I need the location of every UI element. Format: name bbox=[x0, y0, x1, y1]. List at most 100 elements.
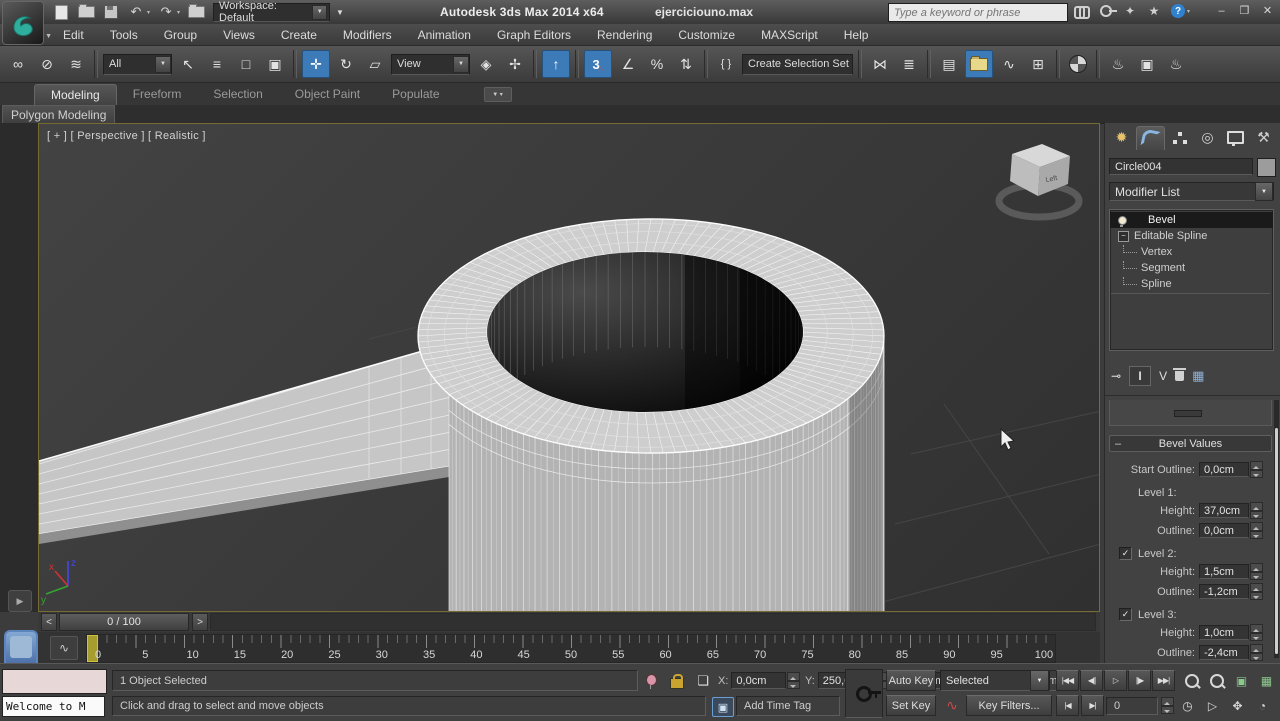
spinner-up-icon[interactable] bbox=[1161, 697, 1174, 706]
schematic-view-button[interactable]: ⊞ bbox=[1025, 51, 1051, 77]
isolate-selection-toggle[interactable] bbox=[646, 674, 656, 689]
spinner-down-icon[interactable] bbox=[1250, 572, 1263, 581]
field-of-view-button[interactable]: ▷ bbox=[1201, 695, 1224, 716]
play-button[interactable]: ▷ bbox=[1104, 670, 1127, 691]
menu-item[interactable]: Modifiers bbox=[330, 24, 405, 46]
key-mode-dropdown[interactable]: Selected ▼ bbox=[940, 670, 1050, 691]
pan-view-button[interactable]: ✥ bbox=[1226, 695, 1249, 716]
scene-explorer-toggle-button[interactable] bbox=[965, 50, 993, 78]
object-color-swatch[interactable] bbox=[1257, 158, 1276, 177]
key-mode-arrow-icon[interactable]: ▼ bbox=[1030, 670, 1049, 691]
spinner-up-icon[interactable] bbox=[1250, 624, 1263, 633]
workspace-dropdown[interactable]: Workspace: Default ▼ bbox=[213, 3, 330, 22]
select-and-rotate-button[interactable]: ↻ bbox=[333, 51, 359, 77]
expand-collapse-icon[interactable]: − bbox=[1118, 231, 1129, 242]
next-frame-playback-button[interactable]: ||▶ bbox=[1128, 670, 1151, 691]
spinner-down-icon[interactable] bbox=[1250, 592, 1263, 601]
minimize-button[interactable]: – bbox=[1211, 2, 1232, 19]
logo-flyout-icon[interactable]: ▼ bbox=[45, 33, 52, 40]
level-checkbox[interactable]: ✓ bbox=[1119, 608, 1132, 621]
new-file-button[interactable] bbox=[52, 4, 70, 20]
redo-button[interactable]: ↷ bbox=[157, 4, 175, 20]
default-in-out-tangents-icon[interactable]: ∿ bbox=[941, 695, 963, 716]
spinner-down-icon[interactable] bbox=[1250, 470, 1263, 479]
height-field[interactable]: 1,5cm bbox=[1199, 564, 1249, 579]
go-to-start-button[interactable]: |◀◀ bbox=[1056, 670, 1079, 691]
spinner-down-icon[interactable] bbox=[1250, 531, 1263, 540]
next-key-button[interactable]: ▶| bbox=[1081, 695, 1104, 716]
use-pivot-point-center-button[interactable]: ◈ bbox=[473, 51, 499, 77]
spinner-snap-toggle-button[interactable]: ⇅ bbox=[673, 51, 699, 77]
modifier-list-dropdown[interactable]: Modifier List ▼ bbox=[1109, 182, 1274, 201]
open-file-button[interactable] bbox=[77, 4, 95, 20]
maximize-viewport-toggle[interactable]: ◱ bbox=[1276, 695, 1280, 716]
absolute-offset-mode-toggle[interactable]: ❏ bbox=[694, 672, 712, 690]
selection-lock-toggle[interactable] bbox=[670, 678, 684, 689]
layer-manager-button[interactable]: ▤ bbox=[936, 51, 962, 77]
keyboard-shortcut-override-toggle[interactable]: ↑ bbox=[542, 50, 570, 78]
redo-flyout-icon[interactable]: ▾ bbox=[177, 9, 180, 16]
start-outline-field[interactable]: 0,0cm bbox=[1199, 462, 1249, 477]
spinner-down-icon[interactable] bbox=[1250, 511, 1263, 520]
spinner-up-icon[interactable] bbox=[1250, 522, 1263, 531]
spinner-down-icon[interactable] bbox=[1250, 653, 1263, 662]
viewport-label[interactable]: [ + ] [ Perspective ] [ Realistic ] bbox=[47, 130, 206, 142]
spinner-up-icon[interactable] bbox=[1250, 644, 1263, 653]
height-field[interactable]: 1,0cm bbox=[1199, 625, 1249, 640]
next-frame-button[interactable]: > bbox=[192, 613, 208, 631]
select-by-name-button[interactable]: ≡ bbox=[204, 51, 230, 77]
close-button[interactable]: ✕ bbox=[1257, 2, 1278, 19]
outline-field[interactable]: -1,2cm bbox=[1199, 584, 1249, 599]
selection-filter-dropdown[interactable]: All ▼ bbox=[103, 54, 172, 75]
curve-editor-button[interactable]: ∿ bbox=[996, 51, 1022, 77]
previous-frame-button[interactable]: < bbox=[41, 613, 57, 631]
select-and-manipulate-button[interactable]: ✢ bbox=[502, 51, 528, 77]
app-logo[interactable]: ▼ bbox=[2, 1, 44, 45]
layout-tabbar-arrow-button[interactable]: ▶ bbox=[8, 590, 32, 612]
reference-coordinate-system-dropdown[interactable]: View ▼ bbox=[391, 54, 470, 75]
menu-item[interactable]: Graph Editors bbox=[484, 24, 584, 46]
spinner-up-icon[interactable] bbox=[787, 672, 800, 681]
scrollbar-handle[interactable] bbox=[1275, 428, 1278, 654]
spinner-down-icon[interactable] bbox=[1250, 633, 1263, 642]
orbit-button[interactable]: ◔ bbox=[1251, 695, 1274, 716]
menu-item[interactable]: Edit bbox=[50, 24, 97, 46]
window-crossing-toggle-button[interactable]: ▣ bbox=[262, 51, 288, 77]
spinner-up-icon[interactable] bbox=[1250, 461, 1263, 470]
modifier-stack-row[interactable]: − Segment bbox=[1110, 260, 1273, 276]
polygon-modeling-panel-tab[interactable]: Polygon Modeling bbox=[2, 105, 115, 124]
bind-to-space-warp-button[interactable]: ≋ bbox=[63, 51, 89, 77]
height-field[interactable]: 37,0cm bbox=[1199, 503, 1249, 518]
time-slider-handle[interactable]: 0 / 100 bbox=[59, 613, 189, 631]
modifier-enable-bulb-icon[interactable] bbox=[1118, 216, 1127, 225]
render-production-button[interactable]: ♨ bbox=[1163, 51, 1189, 77]
utilities-tab[interactable]: ⚒ bbox=[1250, 126, 1277, 149]
motion-tab[interactable]: ◎ bbox=[1194, 126, 1221, 149]
time-tag-icon[interactable]: ▣ bbox=[712, 697, 734, 717]
make-unique-button[interactable]: V bbox=[1159, 369, 1167, 383]
rectangular-selection-region-button[interactable]: □ bbox=[233, 51, 259, 77]
previous-key-button[interactable]: |◀ bbox=[1056, 695, 1079, 716]
key-filters-button[interactable]: Key Filters... bbox=[966, 695, 1052, 716]
set-keys-button[interactable] bbox=[845, 669, 883, 718]
ribbon-tab[interactable]: Populate bbox=[376, 84, 455, 105]
set-key-button[interactable]: Set Key bbox=[886, 695, 936, 716]
unlink-selection-button[interactable]: ⊘ bbox=[34, 51, 60, 77]
zoom-extents-button[interactable]: ▣ bbox=[1230, 670, 1253, 691]
menu-item[interactable]: Rendering bbox=[584, 24, 665, 46]
zoom-all-button[interactable] bbox=[1205, 670, 1228, 691]
select-and-move-button[interactable]: ✛ bbox=[302, 50, 330, 78]
menu-item[interactable]: Help bbox=[831, 24, 882, 46]
zoom-button[interactable] bbox=[1180, 670, 1203, 691]
object-name-field[interactable]: Circle004 bbox=[1109, 158, 1253, 175]
menu-item[interactable]: Group bbox=[151, 24, 210, 46]
sign-in-button[interactable] bbox=[1096, 2, 1116, 20]
open-mini-curve-editor-button[interactable]: ∿ bbox=[50, 636, 78, 660]
ribbon-tab[interactable]: Selection bbox=[197, 84, 278, 105]
timeline-ruler[interactable]: 0510152025303540455055606570758085909510… bbox=[86, 634, 1056, 663]
ribbon-tab[interactable]: Freeform bbox=[117, 84, 198, 105]
modifier-stack-row[interactable]: − Editable Spline bbox=[1110, 228, 1273, 244]
project-toolbar-button[interactable] bbox=[187, 4, 205, 20]
rollout-collapse-icon[interactable]: – bbox=[1110, 438, 1126, 450]
create-tab[interactable]: ✹ bbox=[1108, 126, 1135, 149]
